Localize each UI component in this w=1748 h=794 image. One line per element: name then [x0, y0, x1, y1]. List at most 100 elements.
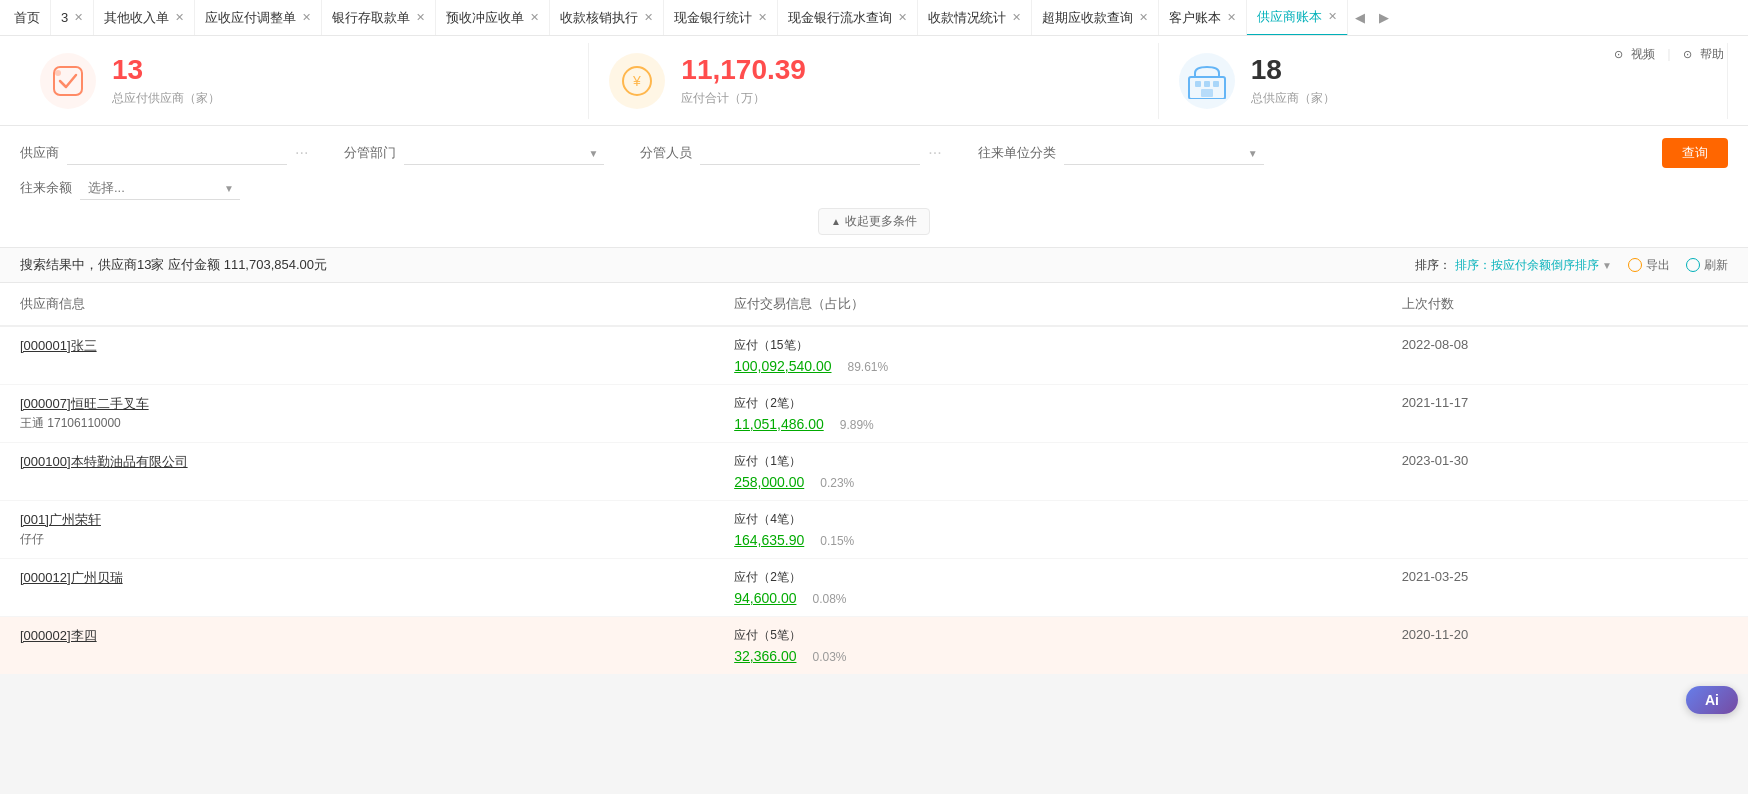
supplier-link[interactable]: [001]广州荣轩: [20, 512, 101, 527]
filter-balance: 往来余额 ▼: [20, 176, 240, 200]
refresh-button[interactable]: 刷新: [1686, 257, 1728, 274]
svg-rect-8: [1201, 89, 1213, 97]
supplier-info-cell: [001]广州荣轩仔仔: [0, 501, 714, 559]
payable-info-cell: 应付（2笔） 94,600.00 0.08%: [714, 559, 1381, 617]
svg-rect-5: [1195, 81, 1201, 87]
th-supplier-info: 供应商信息: [0, 283, 714, 326]
help-link[interactable]: 帮助: [1700, 46, 1724, 63]
close-icon[interactable]: ✕: [758, 11, 767, 24]
export-button[interactable]: 导出: [1628, 257, 1670, 274]
nav-tab-cash-bank-flow[interactable]: 现金银行流水查询 ✕: [778, 0, 918, 36]
summary-bar: 13 总应付供应商（家） ¥ 11,170.39 应付合计（万） 18 总供应商…: [0, 36, 1748, 126]
close-icon[interactable]: ✕: [1328, 10, 1337, 23]
supplier-info-cell: [000007]恒旺二手叉车王通 17106110000: [0, 385, 714, 443]
svg-rect-6: [1204, 81, 1210, 87]
th-payable-info: 应付交易信息（占比）: [714, 283, 1381, 326]
nav-tab-collection[interactable]: 收款核销执行 ✕: [550, 0, 664, 36]
amount-value[interactable]: 94,600.00: [734, 590, 796, 606]
pay-label: 应付（4笔）: [734, 511, 1361, 528]
close-icon[interactable]: ✕: [644, 11, 653, 24]
refresh-icon: [1686, 258, 1700, 272]
amount-pct: 9.89%: [840, 418, 874, 432]
payable-total-text: 11,170.39 应付合计（万）: [681, 54, 806, 107]
category-select-wrapper: ▼: [1064, 141, 1264, 165]
nav-tab-other-income[interactable]: 其他收入单 ✕: [94, 0, 195, 36]
supplier-link[interactable]: [000002]李四: [20, 628, 97, 643]
nav-tab-ar-ap-adjust[interactable]: 应收应付调整单 ✕: [195, 0, 322, 36]
sort-arrow-icon: ▼: [1602, 260, 1612, 271]
nav-tab-bank-deposit[interactable]: 银行存取款单 ✕: [322, 0, 436, 36]
supplier-info-cell: [000100]本特勤油品有限公司: [0, 443, 714, 501]
nav-tab-collection-stat[interactable]: 收款情况统计 ✕: [918, 0, 1032, 36]
dept-label: 分管部门: [344, 144, 396, 162]
sort-value[interactable]: 排序：按应付余额倒序排序: [1455, 258, 1599, 272]
balance-label: 往来余额: [20, 179, 72, 197]
close-icon[interactable]: ✕: [175, 11, 184, 24]
result-actions: 排序： 排序：按应付余额倒序排序 ▼ 导出 刷新: [1415, 257, 1728, 274]
nav-tab-customer-ledger[interactable]: 客户账本 ✕: [1159, 0, 1247, 36]
video-link[interactable]: 视频: [1631, 46, 1655, 63]
table-header-row: 供应商信息 应付交易信息（占比） 上次付数: [0, 283, 1748, 326]
supplier-dots[interactable]: ···: [295, 144, 308, 162]
payable-info-cell: 应付（4笔） 164,635.90 0.15%: [714, 501, 1381, 559]
table-row: [000001]张三应付（15笔） 100,092,540.00 89.61% …: [0, 326, 1748, 385]
last-pay-date: 2023-01-30: [1402, 453, 1469, 468]
nav-arrow-left[interactable]: ◀: [1348, 0, 1372, 36]
last-pay-cell: 2020-11-20: [1382, 617, 1748, 675]
collapse-button[interactable]: ▲ 收起更多条件: [818, 208, 930, 235]
close-icon[interactable]: ✕: [1227, 11, 1236, 24]
query-button[interactable]: 查询: [1662, 138, 1728, 168]
balance-input[interactable]: [80, 176, 240, 200]
payable-total-icon: ¥: [609, 53, 665, 109]
last-pay-date: 2020-11-20: [1402, 627, 1469, 642]
amount-value[interactable]: 164,635.90: [734, 532, 804, 548]
payable-info-cell: 应付（15笔） 100,092,540.00 89.61%: [714, 326, 1381, 385]
last-pay-cell: 2021-03-25: [1382, 559, 1748, 617]
top-navigation: 首页 3 ✕ 其他收入单 ✕ 应收应付调整单 ✕ 银行存取款单 ✕ 预收冲应收单…: [0, 0, 1748, 36]
nav-tab-home[interactable]: 首页: [4, 0, 51, 36]
refresh-label: 刷新: [1704, 257, 1728, 274]
payable-total-label: 应付合计（万）: [681, 90, 806, 107]
supplier-link[interactable]: [000001]张三: [20, 338, 97, 353]
close-icon[interactable]: ✕: [1012, 11, 1021, 24]
data-table-wrapper: 供应商信息 应付交易信息（占比） 上次付数 [000001]张三 应付（15笔） …: [0, 283, 1748, 675]
nav-tab-cash-bank-stat[interactable]: 现金银行统计 ✕: [664, 0, 778, 36]
person-input[interactable]: [700, 141, 920, 165]
supplier-input[interactable]: [67, 141, 287, 165]
amount-value[interactable]: 32,366.00: [734, 648, 796, 664]
dept-input[interactable]: [404, 141, 604, 165]
category-input[interactable]: [1064, 141, 1264, 165]
last-pay-cell: 2021-11-17: [1382, 385, 1748, 443]
nav-tab-overdue[interactable]: 超期应收款查询 ✕: [1032, 0, 1159, 36]
nav-arrow-right[interactable]: ▶: [1372, 0, 1396, 36]
supplier-link[interactable]: [000100]本特勤油品有限公司: [20, 454, 188, 469]
filter-category: 往来单位分类 ▼: [978, 141, 1264, 165]
supplier-link[interactable]: [000007]恒旺二手叉车: [20, 396, 149, 411]
pay-label: 应付（1笔）: [734, 453, 1361, 470]
payable-suppliers-text: 13 总应付供应商（家）: [112, 54, 220, 107]
close-icon[interactable]: ✕: [1139, 11, 1148, 24]
table-row: [000007]恒旺二手叉车王通 17106110000应付（2笔） 11,05…: [0, 385, 1748, 443]
close-icon[interactable]: ✕: [74, 11, 83, 24]
amount-value[interactable]: 258,000.00: [734, 474, 804, 490]
supplier-label: 供应商: [20, 144, 59, 162]
collapse-label: 收起更多条件: [845, 213, 917, 230]
amount-value[interactable]: 11,051,486.00: [734, 416, 824, 432]
close-icon[interactable]: ✕: [416, 11, 425, 24]
supplier-link[interactable]: [000012]广州贝瑞: [20, 570, 123, 585]
close-icon[interactable]: ✕: [302, 11, 311, 24]
amount-value[interactable]: 100,092,540.00: [734, 358, 831, 374]
filter-supplier: 供应商 ···: [20, 141, 308, 165]
pay-label: 应付（2笔）: [734, 569, 1361, 586]
nav-tab-supplier-ledger[interactable]: 供应商账本 ✕: [1247, 0, 1348, 36]
close-icon[interactable]: ✕: [898, 11, 907, 24]
supplier-info-cell: [000012]广州贝瑞: [0, 559, 714, 617]
payable-info-cell: 应付（5笔） 32,366.00 0.03%: [714, 617, 1381, 675]
nav-tab-3[interactable]: 3 ✕: [51, 0, 94, 36]
person-dots[interactable]: ···: [928, 144, 941, 162]
supplier-info-cell: [000001]张三: [0, 326, 714, 385]
circle-icon: ⊙: [1614, 48, 1623, 61]
close-icon[interactable]: ✕: [530, 11, 539, 24]
last-pay-cell: [1382, 501, 1748, 559]
nav-tab-prepay[interactable]: 预收冲应收单 ✕: [436, 0, 550, 36]
